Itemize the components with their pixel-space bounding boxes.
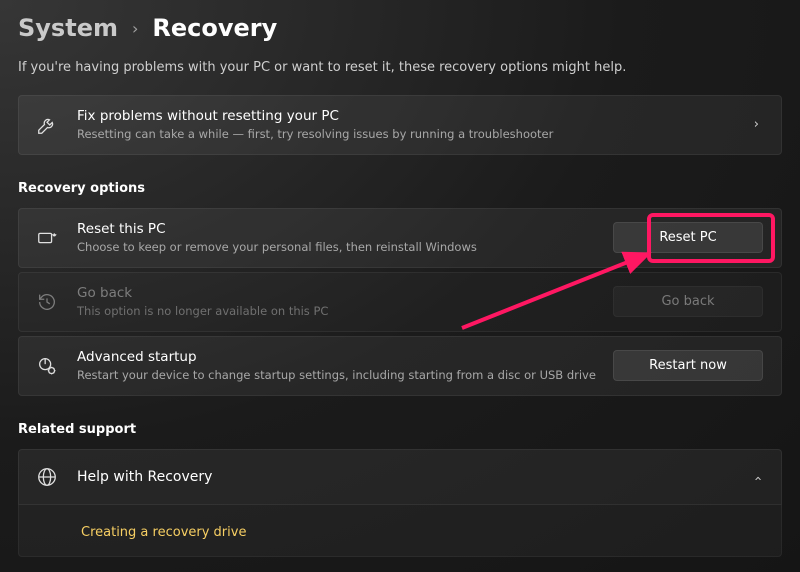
section-related-support: Related support — [18, 422, 782, 437]
breadcrumb-parent[interactable]: System — [18, 14, 118, 42]
reset-icon — [33, 227, 61, 249]
restart-now-button[interactable]: Restart now — [613, 350, 763, 381]
fix-problems-title: Fix problems without resetting your PC — [77, 108, 738, 125]
advanced-startup-desc: Restart your device to change startup se… — [77, 367, 597, 383]
go-back-card: Go back This option is no longer availab… — [18, 272, 782, 332]
page-title: Recovery — [152, 14, 277, 42]
fix-problems-card[interactable]: Fix problems without resetting your PC R… — [18, 95, 782, 155]
section-recovery-options: Recovery options — [18, 181, 782, 196]
reset-pc-card: Reset this PC Choose to keep or remove y… — [18, 208, 782, 268]
help-sublinks: Creating a recovery drive — [18, 505, 782, 557]
power-settings-icon — [33, 355, 61, 377]
intro-text: If you're having problems with your PC o… — [18, 60, 782, 75]
advanced-startup-title: Advanced startup — [77, 349, 597, 366]
wrench-icon — [33, 114, 61, 136]
chevron-right-icon: › — [132, 19, 138, 38]
go-back-title: Go back — [77, 285, 597, 302]
chevron-right-icon: › — [754, 117, 763, 132]
go-back-button: Go back — [613, 286, 763, 317]
help-with-recovery-card[interactable]: Help with Recovery › — [18, 449, 782, 505]
chevron-up-icon: › — [751, 472, 766, 481]
advanced-startup-card: Advanced startup Restart your device to … — [18, 336, 782, 396]
reset-pc-desc: Choose to keep or remove your personal f… — [77, 239, 597, 255]
history-icon — [33, 291, 61, 313]
breadcrumb: System › Recovery — [18, 14, 782, 42]
globe-help-icon — [33, 466, 61, 488]
help-with-recovery-title: Help with Recovery — [77, 469, 738, 485]
reset-pc-button[interactable]: Reset PC — [613, 222, 763, 253]
fix-problems-desc: Resetting can take a while — first, try … — [77, 126, 738, 142]
go-back-desc: This option is no longer available on th… — [77, 303, 597, 319]
creating-recovery-drive-link[interactable]: Creating a recovery drive — [81, 525, 246, 540]
reset-pc-title: Reset this PC — [77, 221, 597, 238]
